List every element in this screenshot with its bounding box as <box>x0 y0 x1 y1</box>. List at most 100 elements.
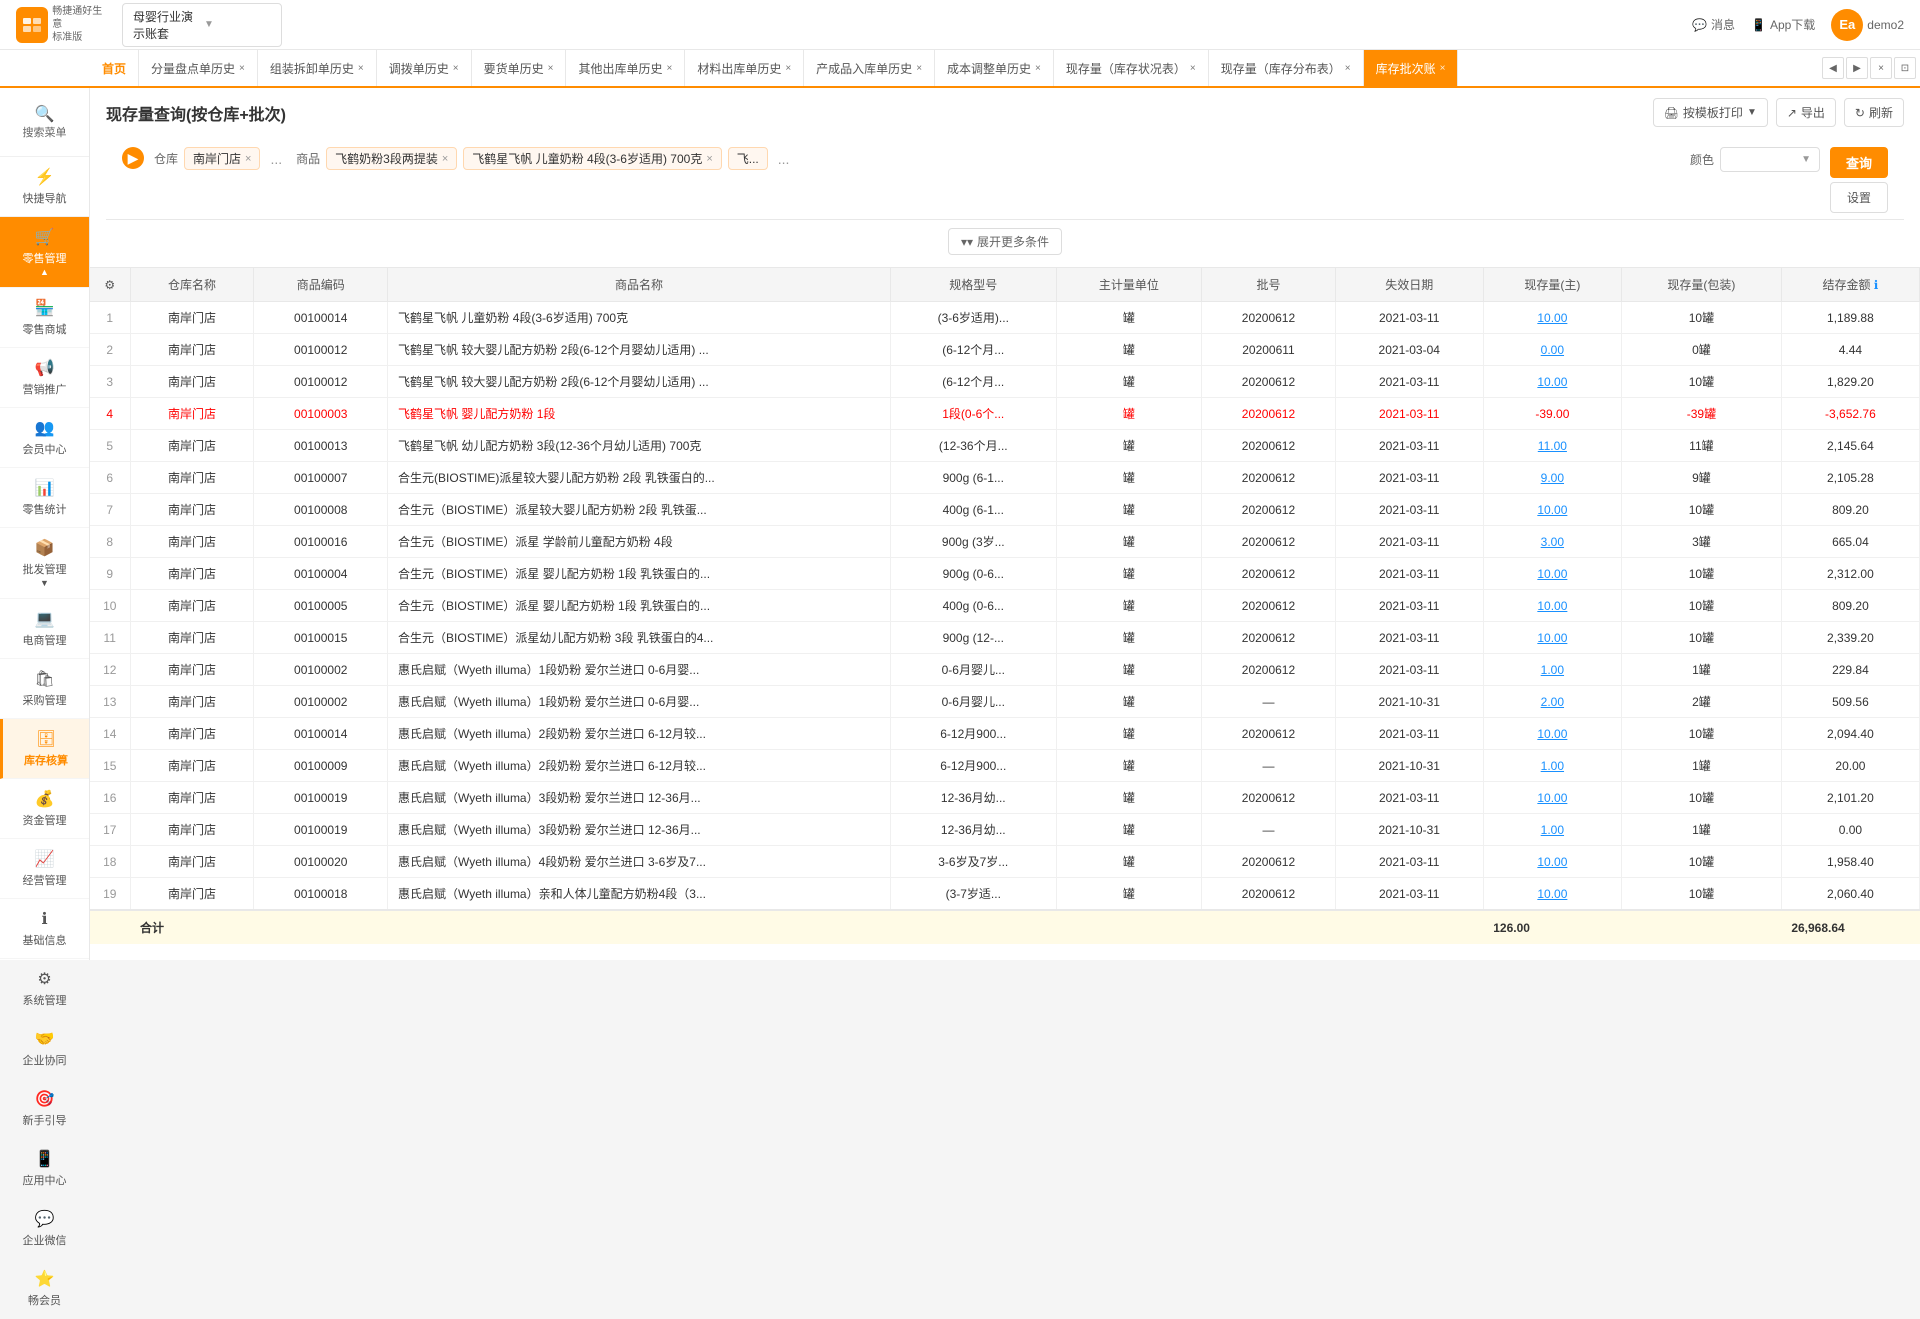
tab-prev-btn[interactable]: ◀ <box>1822 57 1844 79</box>
product-tag-1[interactable]: 飞鹤奶粉3段两提装 × <box>326 147 457 170</box>
table-row: 10 南岸门店 00100005 合生元（BIOSTIME）派星 婴儿配方奶粉 … <box>90 590 1920 622</box>
product-tag-2[interactable]: 飞鹤星飞帆 儿童奶粉 4段(3-6岁适用) 700克 × <box>463 147 721 170</box>
tab-diaobo[interactable]: 调拨单历史 × <box>377 50 472 86</box>
cell-qty-main[interactable]: 2.00 <box>1483 686 1621 718</box>
close-icon[interactable]: × <box>358 63 364 74</box>
cell-qty-main[interactable]: 10.00 <box>1483 590 1621 622</box>
app-download-btn[interactable]: 📱 App下载 <box>1751 16 1815 33</box>
tab-home[interactable]: 首页 <box>90 50 139 86</box>
sidebar-item-shortcut[interactable]: ⚡ 快捷导航 <box>0 157 89 217</box>
sidebar-item-inventory[interactable]: 🗄 库存核算 <box>0 719 89 779</box>
sidebar-item-retail-stats[interactable]: 📊 零售统计 <box>0 468 89 528</box>
sidebar-item-wholesale[interactable]: 📦 批发管理 ▼ <box>0 528 89 599</box>
cell-qty-main[interactable]: 10.00 <box>1483 718 1621 750</box>
sidebar-item-ecommerce[interactable]: 💻 电商管理 <box>0 599 89 659</box>
warehouse-tag[interactable]: 南岸门店 × <box>184 147 260 170</box>
remove-warehouse-btn[interactable]: × <box>245 153 251 165</box>
tab-xiancun2[interactable]: 现存量（库存分布表）× <box>1209 50 1364 86</box>
tab-xiancun1[interactable]: 现存量（库存状况表）× <box>1054 50 1209 86</box>
warehouse-dots-btn[interactable]: ... <box>266 151 286 167</box>
cell-qty-main[interactable]: 10.00 <box>1483 846 1621 878</box>
cell-qty-main[interactable]: 11.00 <box>1483 430 1621 462</box>
close-icon[interactable]: × <box>666 63 672 74</box>
cell-qty-main[interactable]: 10.00 <box>1483 622 1621 654</box>
close-icon[interactable]: × <box>785 63 791 74</box>
cell-qty-main[interactable]: 9.00 <box>1483 462 1621 494</box>
col-unit: 主计量单位 <box>1056 268 1201 302</box>
tab-kucun-active[interactable]: 库存批次账 × <box>1364 50 1459 86</box>
sidebar-item-system[interactable]: ⚙ 系统管理 <box>0 959 89 1019</box>
cell-qty-main[interactable]: 0.00 <box>1483 334 1621 366</box>
cell-qty-main[interactable]: 10.00 <box>1483 366 1621 398</box>
export-btn[interactable]: ↗ 导出 <box>1776 98 1836 127</box>
sidebar-item-members[interactable]: 👥 会员中心 <box>0 408 89 468</box>
cell-qty-main[interactable]: 10.00 <box>1483 558 1621 590</box>
sidebar-search-btn[interactable]: 🔍 搜索菜单 <box>0 96 89 148</box>
sidebar-item-guide[interactable]: 🎯 新手引导 <box>0 1079 89 1139</box>
sidebar-item-member-vip[interactable]: ⭐ 畅会员 <box>0 1259 89 1319</box>
sidebar-item-wechat[interactable]: 💬 企业微信 <box>0 1199 89 1259</box>
cell-qty-main[interactable]: 10.00 <box>1483 302 1621 334</box>
tab-yaohuo[interactable]: 要货单历史 × <box>472 50 567 86</box>
message-btn[interactable]: 💬 消息 <box>1692 16 1735 33</box>
tab-zuzhuang[interactable]: 组装拆卸单历史 × <box>258 50 377 86</box>
cell-name: 飞鹤星飞帆 较大婴儿配方奶粉 2段(6-12个月婴幼儿适用) ... <box>388 366 891 398</box>
sidebar-item-retail-management[interactable]: 🛒 零售管理 ▲ <box>0 217 89 288</box>
cell-warehouse: 南岸门店 <box>130 526 254 558</box>
remove-product1-btn[interactable]: × <box>442 153 448 165</box>
remove-product2-btn[interactable]: × <box>706 153 712 165</box>
cell-code: 00100005 <box>254 590 388 622</box>
tab-chanchen[interactable]: 产成品入库单历史 × <box>804 50 935 86</box>
info-icon[interactable]: ℹ <box>1874 278 1879 292</box>
template-print-btn[interactable]: 🖨 按模板打印 ▼ <box>1653 98 1768 127</box>
cell-qty-main[interactable]: 10.00 <box>1483 782 1621 814</box>
sidebar-item-purchase[interactable]: 🛍 采购管理 <box>0 659 89 719</box>
tab-fenpan[interactable]: 分量盘点单历史 × <box>139 50 258 86</box>
tab-menu-btn[interactable]: ⊡ <box>1894 57 1916 79</box>
product-dots-btn[interactable]: ... <box>774 151 794 167</box>
product-tag-3[interactable]: 飞... <box>728 147 768 170</box>
setting-btn[interactable]: 设置 <box>1830 182 1888 213</box>
table-container[interactable]: ⚙ 仓库名称 商品编码 商品名称 规格型号 主计量单位 批号 失效日期 现存量(… <box>90 268 1920 960</box>
close-icon[interactable]: × <box>1345 63 1351 74</box>
tab-cailiao[interactable]: 材料出库单历史 × <box>685 50 804 86</box>
sidebar-item-operations[interactable]: 📈 经营管理 <box>0 839 89 899</box>
sidebar-item-appcenter[interactable]: 📱 应用中心 <box>0 1139 89 1199</box>
cell-qty-main[interactable]: 1.00 <box>1483 750 1621 782</box>
close-icon[interactable]: × <box>916 63 922 74</box>
tab-chengben[interactable]: 成本调整单历史 × <box>935 50 1054 86</box>
cell-qty-pack: 1罐 <box>1622 814 1782 846</box>
cell-expire: 2021-03-11 <box>1335 622 1483 654</box>
user-area[interactable]: Ea demo2 <box>1831 9 1904 41</box>
sidebar-item-finance[interactable]: 💰 资金管理 <box>0 779 89 839</box>
sidebar-item-marketing[interactable]: 📢 营销推广 <box>0 348 89 408</box>
sidebar-item-basic-info[interactable]: ℹ 基础信息 <box>0 899 89 959</box>
tab-qitachu[interactable]: 其他出库单历史 × <box>566 50 685 86</box>
expand-toggle-btn[interactable]: ▶ <box>122 147 144 169</box>
close-icon[interactable]: × <box>239 63 245 74</box>
close-icon[interactable]: × <box>453 63 459 74</box>
cell-qty-main[interactable]: 1.00 <box>1483 654 1621 686</box>
tab-next-btn[interactable]: ▶ <box>1846 57 1868 79</box>
sidebar-item-enterprise[interactable]: 🤝 企业协同 <box>0 1019 89 1079</box>
color-input[interactable]: ▼ <box>1720 147 1820 172</box>
col-settings[interactable]: ⚙ <box>90 268 130 302</box>
sidebar-item-retail-mall[interactable]: 🏪 零售商城 <box>0 288 89 348</box>
cell-amount: -3,652.76 <box>1781 398 1919 430</box>
close-icon[interactable]: × <box>1035 63 1041 74</box>
refresh-btn[interactable]: ↻ 刷新 <box>1844 98 1904 127</box>
close-icon[interactable]: × <box>1190 63 1196 74</box>
cell-qty-main[interactable]: 3.00 <box>1483 526 1621 558</box>
close-icon[interactable]: × <box>548 63 554 74</box>
cell-qty-main[interactable]: -39.00 <box>1483 398 1621 430</box>
cell-qty-main[interactable]: 1.00 <box>1483 814 1621 846</box>
table-row: 13 南岸门店 00100002 惠氏启赋（Wyeth illuma）1段奶粉 … <box>90 686 1920 718</box>
query-btn[interactable]: 查询 <box>1830 147 1888 178</box>
close-icon[interactable]: × <box>1440 63 1446 74</box>
cell-qty-pack: 10罐 <box>1622 366 1782 398</box>
cell-qty-main[interactable]: 10.00 <box>1483 494 1621 526</box>
store-selector[interactable]: 母婴行业演示账套 ▼ <box>122 3 282 47</box>
cell-qty-main[interactable]: 10.00 <box>1483 878 1621 911</box>
tab-close-btn[interactable]: × <box>1870 57 1892 79</box>
expand-more-btn[interactable]: ▾▾ 展开更多条件 <box>948 228 1062 255</box>
